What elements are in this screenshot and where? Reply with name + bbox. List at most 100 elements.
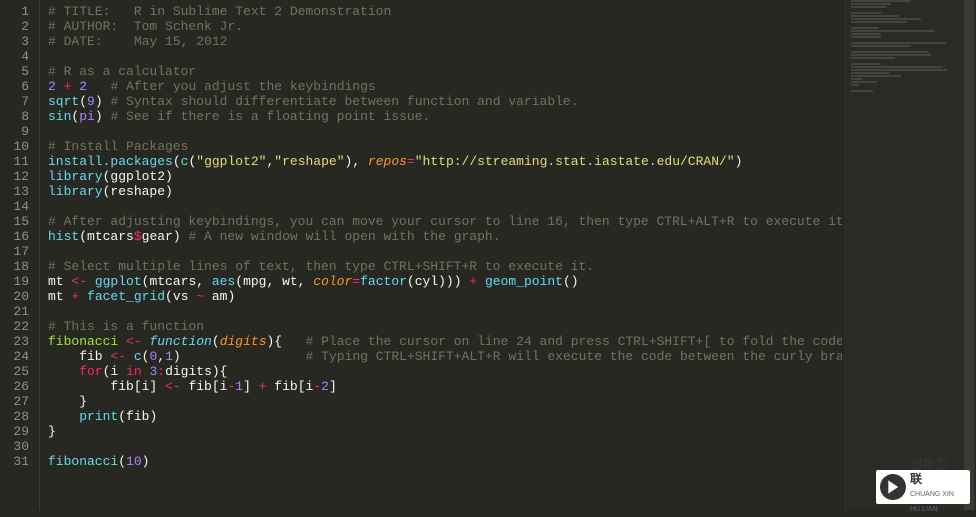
line-number[interactable]: 4 [6,49,29,64]
code-token: 2 [321,379,329,394]
code-token: ( [212,334,220,349]
line-number[interactable]: 8 [6,109,29,124]
code-line[interactable] [48,124,842,139]
line-number[interactable]: 10 [6,139,29,154]
watermark-text-2: CHUANG XIN HU LIAN [910,487,960,517]
code-area[interactable]: # TITLE: R in Sublime Text 2 Demonstrati… [40,0,842,510]
line-number[interactable]: 11 [6,154,29,169]
line-number[interactable]: 2 [6,19,29,34]
minimap-line [851,51,929,53]
line-number[interactable]: 21 [6,304,29,319]
code-token: 9 [87,94,95,109]
code-token: gear) [142,229,189,244]
code-token: "reshape" [274,154,344,169]
line-number[interactable]: 13 [6,184,29,199]
code-token: 2 [48,79,56,94]
code-line[interactable]: mt <- ggplot(mtcars, aes(mpg, wt, color=… [48,274,842,289]
code-line[interactable]: sin(pi) # See if there is a floating poi… [48,109,842,124]
code-token: print [79,409,118,424]
line-number-gutter[interactable]: 1234567891011121314151617181920212223242… [0,0,40,510]
code-line[interactable]: 2 + 2 # After you adjust the keybindings [48,79,842,94]
code-line[interactable] [48,199,842,214]
code-token: c [134,349,142,364]
code-line[interactable]: # TITLE: R in Sublime Text 2 Demonstrati… [48,4,842,19]
line-number[interactable]: 16 [6,229,29,244]
code-token [48,364,79,379]
code-line[interactable]: fib <- c(0,1) # Typing CTRL+SHIFT+ALT+R … [48,349,842,364]
line-number[interactable]: 1 [6,4,29,19]
code-token: (cyl))) [407,274,469,289]
code-line[interactable]: # This is a function [48,319,842,334]
code-line[interactable] [48,304,842,319]
code-line[interactable]: install.packages(c("ggplot2","reshape"),… [48,154,842,169]
code-token: (ggplot2) [103,169,173,184]
code-token: fib[i [267,379,314,394]
code-line[interactable]: } [48,394,842,409]
code-token [87,79,110,94]
code-token: for [79,364,102,379]
code-token: fib [48,349,110,364]
code-line[interactable]: # R as a calculator [48,64,842,79]
code-line[interactable]: fibonacci(10) [48,454,842,469]
code-token: # TITLE: R in Sublime Text 2 Demonstrati… [48,4,391,19]
minimap-line [851,27,879,29]
code-line[interactable] [48,49,842,64]
code-line[interactable]: # Select multiple lines of text, then ty… [48,259,842,274]
code-line[interactable]: fib[i] <- fib[i-1] + fib[i-2] [48,379,842,394]
line-number[interactable]: 31 [6,454,29,469]
minimap-line [851,15,899,17]
code-line[interactable]: # Install Packages [48,139,842,154]
line-number[interactable]: 28 [6,409,29,424]
code-token: # This is a function [48,319,204,334]
line-number[interactable]: 3 [6,34,29,49]
code-token: factor [360,274,407,289]
code-line[interactable] [48,244,842,259]
line-number[interactable]: 27 [6,394,29,409]
code-token: # Typing CTRL+SHIFT+ALT+R will execute t… [306,349,842,364]
code-line[interactable]: fibonacci <- function(digits){ # Place t… [48,334,842,349]
code-token: <- [126,334,142,349]
line-number[interactable]: 26 [6,379,29,394]
code-line[interactable]: library(reshape) [48,184,842,199]
line-number[interactable]: 7 [6,94,29,109]
code-token [118,334,126,349]
line-number[interactable]: 19 [6,274,29,289]
minimap-line [851,45,911,47]
minimap[interactable] [842,0,962,510]
code-token: } [48,424,56,439]
line-number[interactable]: 12 [6,169,29,184]
code-line[interactable]: library(ggplot2) [48,169,842,184]
line-number[interactable]: 15 [6,214,29,229]
code-line[interactable]: } [48,424,842,439]
minimap-line [851,57,895,59]
code-line[interactable]: hist(mtcars$gear) # A new window will op… [48,229,842,244]
scroll-thumb[interactable] [964,0,974,510]
code-token: mt [48,289,71,304]
line-number[interactable]: 23 [6,334,29,349]
vertical-scrollbar[interactable] [962,0,976,510]
code-line[interactable] [48,439,842,454]
line-number[interactable]: 29 [6,424,29,439]
line-number[interactable]: 5 [6,64,29,79]
line-number[interactable]: 30 [6,439,29,454]
line-number[interactable]: 9 [6,124,29,139]
line-number[interactable]: 24 [6,349,29,364]
line-number[interactable]: 22 [6,319,29,334]
line-number[interactable]: 17 [6,244,29,259]
code-token: ggplot [95,274,142,289]
code-line[interactable]: for(i in 3:digits){ [48,364,842,379]
line-number[interactable]: 18 [6,259,29,274]
code-token: geom_point [485,274,563,289]
code-token: sqrt [48,94,79,109]
code-line[interactable]: sqrt(9) # Syntax should differentiate be… [48,94,842,109]
line-number[interactable]: 20 [6,289,29,304]
code-line[interactable]: # After adjusting keybindings, you can m… [48,214,842,229]
line-number[interactable]: 14 [6,199,29,214]
code-token [126,349,134,364]
code-line[interactable]: # AUTHOR: Tom Schenk Jr. [48,19,842,34]
line-number[interactable]: 25 [6,364,29,379]
line-number[interactable]: 6 [6,79,29,94]
code-line[interactable]: mt + facet_grid(vs ~ am) [48,289,842,304]
code-line[interactable]: print(fib) [48,409,842,424]
code-line[interactable]: # DATE: May 15, 2012 [48,34,842,49]
